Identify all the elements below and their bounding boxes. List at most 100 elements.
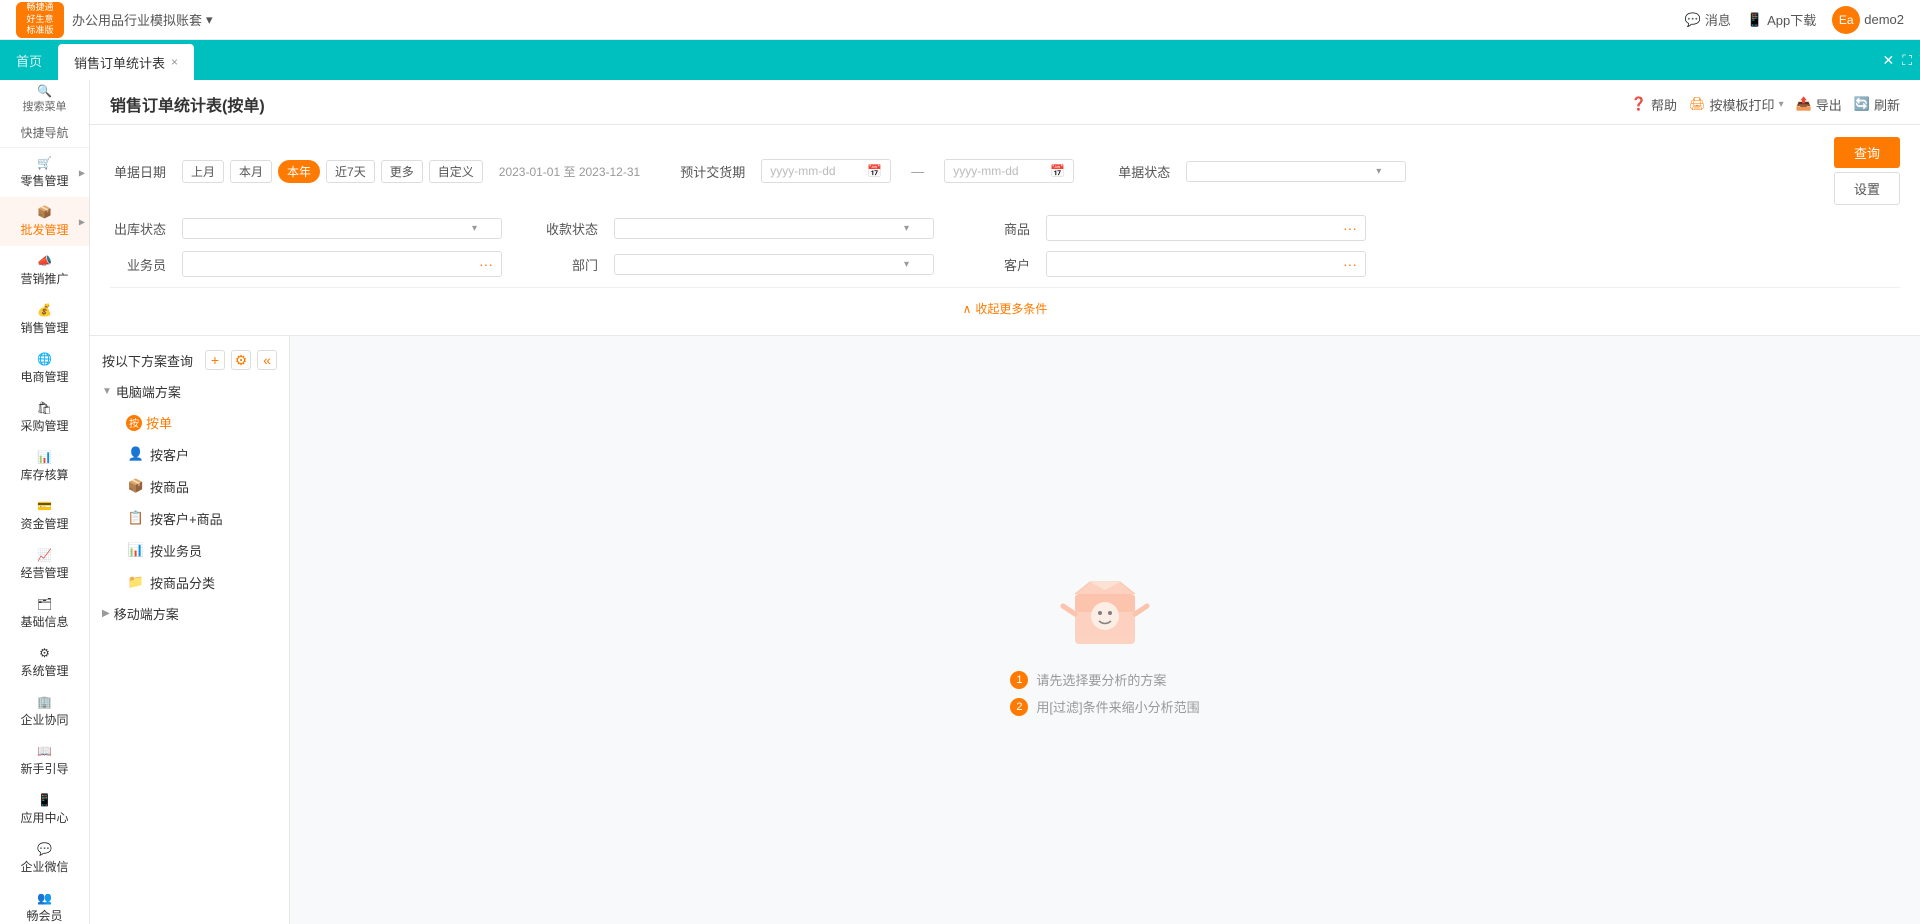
tree-item-by-product[interactable]: 📦 按商品 [114, 470, 289, 502]
sidebar-item-system[interactable]: ⚙ 系统管理 [0, 638, 89, 687]
left-panel-title: 按以下方案查询 [102, 351, 193, 370]
sidebar-item-inventory[interactable]: 📊 库存核算 [0, 442, 89, 491]
tree-item-by-category[interactable]: 📁 按商品分类 [114, 566, 289, 598]
left-panel-actions: + ⚙ « [205, 350, 277, 370]
filter-row-3: 业务员 ··· 部门 ▾ 客户 ··· [110, 251, 1900, 277]
tree-item-by-customer[interactable]: 👤 按客户 [114, 438, 289, 470]
purchase-icon: 🛍 [37, 401, 52, 415]
filter-panel: 单据日期 上月 本月 本年 近7天 更多 自定义 2023-01-01 至 20… [90, 125, 1920, 336]
sidebar-item-ecom[interactable]: 🌐 电商管理 [0, 344, 89, 393]
operations-icon: 📈 [37, 548, 52, 562]
status-select[interactable]: ▾ [1186, 161, 1406, 182]
collapse-panel-button[interactable]: « [257, 350, 277, 370]
tree-section-mobile[interactable]: ▶ 移动端方案 [90, 598, 289, 629]
topbar: 畅捷通 好生意 标准版 办公用品行业模拟账套 ▾ 💬 消息 📱 App下载 Ea… [0, 0, 1920, 40]
sidebar-item-basics[interactable]: 🗂 基础信息 [0, 589, 89, 638]
sidebar-item-purchase[interactable]: 🛍 采购管理 [0, 393, 89, 442]
app-selector[interactable]: 办公用品行业模拟账套 ▾ [72, 10, 213, 29]
logo: 畅捷通 好生意 标准版 [16, 2, 64, 38]
sidebar-item-newbie[interactable]: 📖 新手引导 [0, 736, 89, 785]
print-dropdown-icon[interactable]: ▾ [1779, 99, 1784, 110]
export-button[interactable]: 📤 导出 [1796, 95, 1842, 114]
tab-sales-order-stats[interactable]: 销售订单统计表 × [58, 44, 194, 80]
date-label: 单据日期 [110, 162, 166, 181]
custom-btn[interactable]: 自定义 [429, 160, 483, 183]
sidebar-item-member[interactable]: 👥 畅会员 [0, 883, 89, 924]
query-button[interactable]: 查询 [1834, 137, 1900, 168]
help-button[interactable]: ❓ 帮助 [1631, 95, 1677, 114]
tree-section-pc[interactable]: ▼ 电脑端方案 [90, 376, 289, 407]
search-menu-button[interactable]: 🔍 搜索菜单 [0, 80, 89, 118]
refresh-icon: 🔄 [1854, 96, 1870, 112]
date-buttons: 上月 本月 本年 近7天 更多 自定义 [182, 160, 483, 183]
ship-status-label: 出库状态 [110, 219, 166, 238]
message-button[interactable]: 💬 消息 [1685, 10, 1731, 29]
product-input[interactable]: ··· [1046, 215, 1366, 241]
last7days-btn[interactable]: 近7天 [326, 160, 375, 183]
sidebar-item-retail[interactable]: 🛒 零售管理 [0, 148, 89, 197]
marketing-icon: 📣 [37, 254, 52, 268]
hint-num-1: 1 [1010, 671, 1028, 689]
app-download-button[interactable]: 📱 App下载 [1747, 10, 1816, 29]
retail-icon: 🛒 [37, 156, 52, 170]
refresh-button[interactable]: 🔄 刷新 [1854, 95, 1900, 114]
empty-state: 1 请先选择要分析的方案 2 用[过滤]条件来缩小分析范围 [1010, 544, 1199, 716]
window-expand-icon[interactable]: ⛶ [1902, 52, 1912, 69]
calendar-icon-2: 📅 [1050, 164, 1065, 178]
ship-status-select[interactable]: ▾ [182, 218, 502, 239]
wholesale-icon: 📦 [37, 205, 52, 219]
customer-input[interactable]: ··· [1046, 251, 1366, 277]
product-icon: 📦 [126, 476, 146, 496]
product-more-icon[interactable]: ··· [1343, 220, 1357, 236]
nav-tabs: 首页 销售订单统计表 × ✕ ⛶ [0, 40, 1920, 80]
user-menu[interactable]: Ea demo2 [1832, 6, 1904, 34]
salesman-more-icon[interactable]: ··· [479, 256, 493, 272]
print-icon: 🖨 [1689, 96, 1706, 112]
filter-row-2: 出库状态 ▾ 收款状态 ▾ 商品 ··· [110, 215, 1900, 241]
add-scheme-button[interactable]: + [205, 350, 225, 370]
sidebar-item-operations[interactable]: 📈 经营管理 [0, 540, 89, 589]
delivery-date-to[interactable]: yyyy-mm-dd 📅 [944, 159, 1074, 183]
tab-home[interactable]: 首页 [0, 40, 58, 80]
sidebar-item-sales[interactable]: 💰 销售管理 [0, 295, 89, 344]
delivery-date-from[interactable]: yyyy-mm-dd 📅 [761, 159, 891, 183]
this-year-btn[interactable]: 本年 [278, 160, 320, 183]
sidebar-item-finance[interactable]: 💳 资金管理 [0, 491, 89, 540]
print-button[interactable]: 🖨 按模板打印 ▾ [1689, 95, 1784, 114]
tree-item-by-cust-prod[interactable]: 📋 按客户+商品 [114, 502, 289, 534]
main-content: 1 请先选择要分析的方案 2 用[过滤]条件来缩小分析范围 [290, 336, 1920, 924]
this-month-btn[interactable]: 本月 [230, 160, 272, 183]
pay-select-arrow: ▾ [904, 223, 909, 234]
sidebar-item-wechat[interactable]: 💬 企业微信 [0, 834, 89, 883]
help-icon: ❓ [1631, 96, 1647, 112]
sales-icon: 💰 [37, 303, 52, 317]
window-actions: ✕ ⛶ [1882, 52, 1920, 69]
window-close-icon[interactable]: ✕ [1882, 52, 1894, 69]
shortcut-nav[interactable]: 快捷导航 [0, 118, 89, 148]
customer-icon: 👤 [126, 444, 146, 464]
delivery-date-label: 预计交货期 [680, 162, 745, 181]
more-btn[interactable]: 更多 [381, 160, 423, 183]
last-month-btn[interactable]: 上月 [182, 160, 224, 183]
date-separator: — [907, 164, 928, 179]
settings-button[interactable]: 设置 [1834, 172, 1900, 205]
finance-icon: 💳 [37, 499, 52, 513]
salesman-input[interactable]: ··· [182, 251, 502, 277]
tree-sub-pc: 按 按单 👤 按客户 📦 按商品 📋 按客户+商品 [90, 407, 289, 598]
tree-item-by-salesman[interactable]: 📊 按业务员 [114, 534, 289, 566]
sidebar: 🔍 搜索菜单 快捷导航 🛒 零售管理 📦 批发管理 📣 营销推广 💰 销售管理 … [0, 80, 90, 924]
settings-scheme-button[interactable]: ⚙ [231, 350, 251, 370]
collapse-filter-button[interactable]: ∧ 收起更多条件 [110, 294, 1900, 323]
pay-status-select[interactable]: ▾ [614, 218, 934, 239]
avatar: Ea [1832, 6, 1860, 34]
sidebar-item-corp[interactable]: 🏢 企业协同 [0, 687, 89, 736]
tree-item-by-order[interactable]: 按 按单 [114, 407, 289, 438]
sidebar-item-apps[interactable]: 📱 应用中心 [0, 785, 89, 834]
status-select-arrow: ▾ [1376, 166, 1381, 177]
customer-more-icon[interactable]: ··· [1343, 256, 1357, 272]
tab-close-icon[interactable]: × [171, 55, 178, 69]
empty-hints: 1 请先选择要分析的方案 2 用[过滤]条件来缩小分析范围 [1010, 670, 1199, 716]
sidebar-item-marketing[interactable]: 📣 营销推广 [0, 246, 89, 295]
sidebar-item-wholesale[interactable]: 📦 批发管理 [0, 197, 89, 246]
dept-select[interactable]: ▾ [614, 254, 934, 275]
